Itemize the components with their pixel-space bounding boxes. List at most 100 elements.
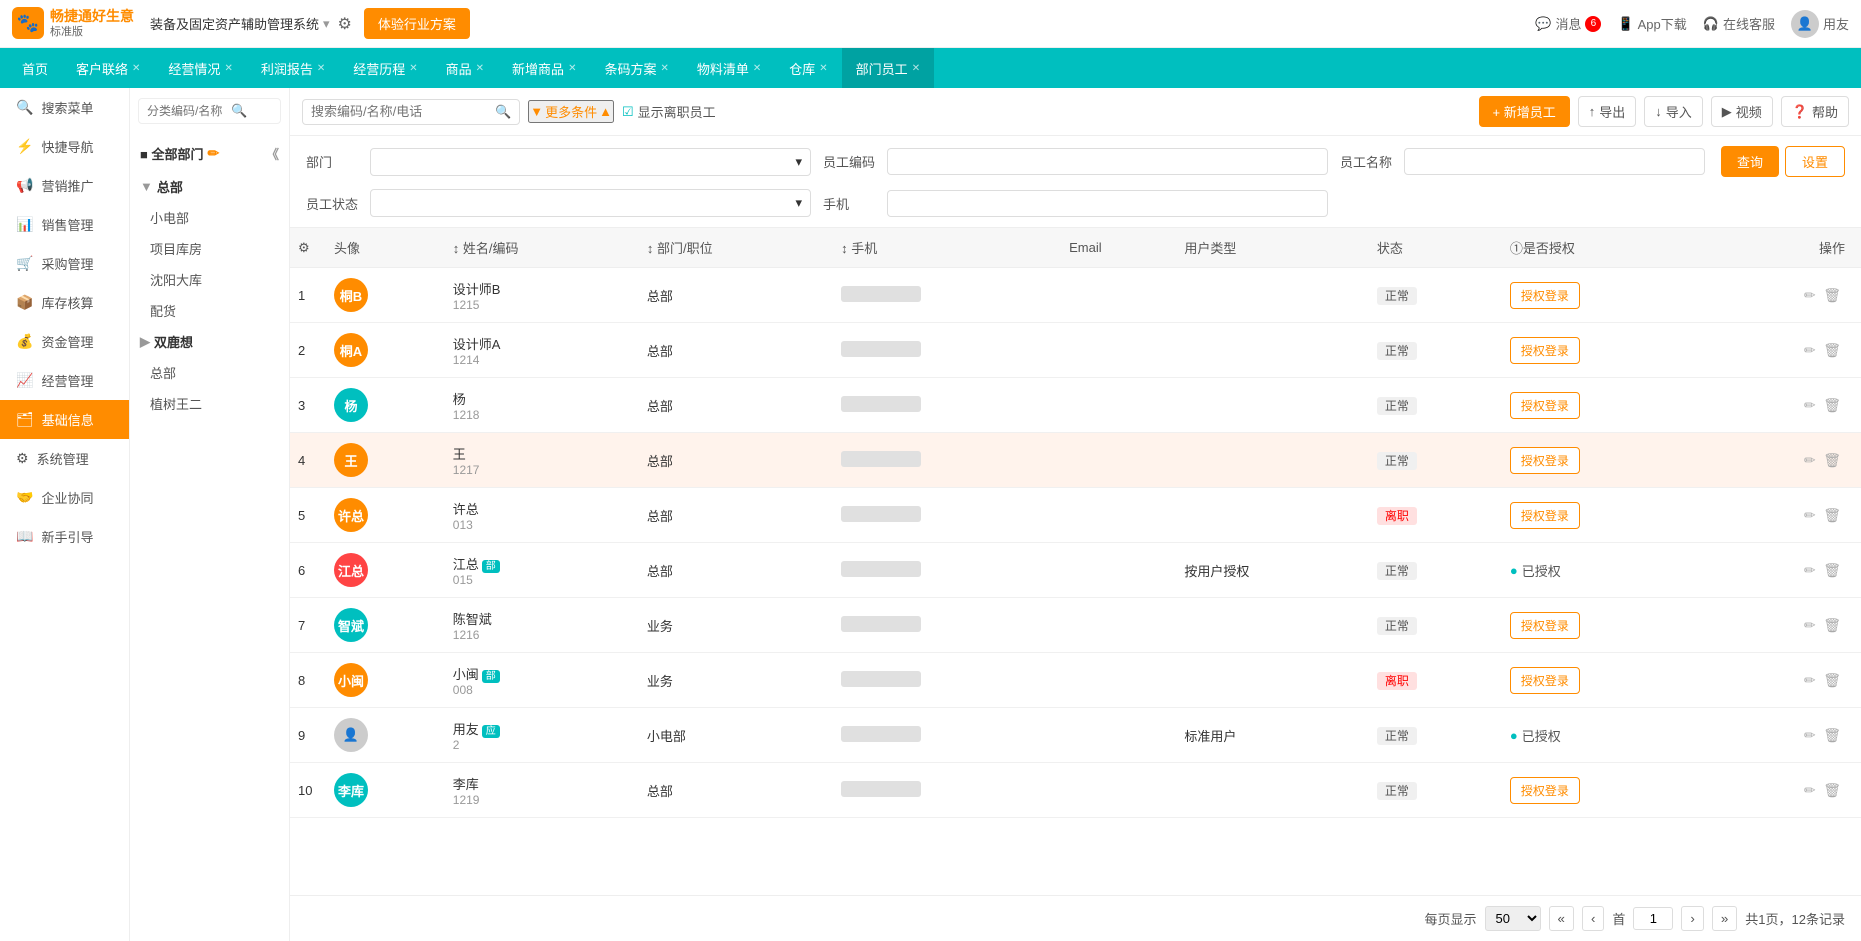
- dept-search-input[interactable]: [147, 104, 227, 118]
- import-btn[interactable]: ↓ 导入: [1644, 96, 1703, 127]
- close-icon[interactable]: ✕: [132, 63, 140, 74]
- edit-btn[interactable]: ✏: [1804, 672, 1816, 688]
- edit-btn[interactable]: ✏: [1804, 782, 1816, 798]
- trial-button[interactable]: 体验行业方案: [364, 8, 470, 39]
- edit-btn[interactable]: ✏: [1804, 452, 1816, 468]
- settings-icon[interactable]: ⚙: [338, 14, 352, 34]
- close-icon[interactable]: ✕: [753, 63, 761, 74]
- edit-btn[interactable]: ✏: [1804, 727, 1816, 743]
- sidebar-item-system[interactable]: ⚙ 系统管理: [0, 439, 129, 478]
- search-btn-icon[interactable]: 🔍: [495, 104, 511, 120]
- show-resigned-toggle[interactable]: ☑ 显示离职员工: [622, 102, 716, 121]
- dept-item-shenyang[interactable]: 沈阳大库: [130, 264, 289, 295]
- dept-item-zongbu[interactable]: 总部: [130, 357, 289, 388]
- delete-btn[interactable]: 🗑: [1823, 562, 1841, 578]
- query-btn[interactable]: 查询: [1721, 146, 1779, 177]
- dept-group-shuanglu[interactable]: ▶ 双鹿想: [130, 326, 289, 357]
- tab-profit[interactable]: 利润报告 ✕: [247, 48, 339, 88]
- dept-item-zhishu[interactable]: 植树王二: [130, 388, 289, 419]
- tab-operation[interactable]: 经营情况 ✕: [154, 48, 246, 88]
- sidebar-item-inventory[interactable]: 📦 库存核算: [0, 283, 129, 322]
- delete-btn[interactable]: 🗑: [1823, 672, 1841, 688]
- sidebar-item-basic[interactable]: 🗂 基础信息: [0, 400, 129, 439]
- sidebar-item-finance[interactable]: 💰 资金管理: [0, 322, 129, 361]
- close-icon[interactable]: ✕: [819, 63, 827, 74]
- th-dept[interactable]: ↕ 部门/职位: [639, 228, 833, 268]
- edit-btn[interactable]: ✏: [1804, 507, 1816, 523]
- tab-barcode[interactable]: 条码方案 ✕: [590, 48, 682, 88]
- close-icon[interactable]: ✕: [568, 63, 576, 74]
- dept-item-project[interactable]: 项目库房: [130, 233, 289, 264]
- auth-btn[interactable]: 授权登录: [1510, 667, 1580, 694]
- help-btn[interactable]: ❓ 帮助: [1781, 96, 1849, 127]
- delete-btn[interactable]: 🗑: [1823, 727, 1841, 743]
- delete-btn[interactable]: 🗑: [1823, 452, 1841, 468]
- edit-btn[interactable]: ✏: [1804, 617, 1816, 633]
- auth-btn[interactable]: 授权登录: [1510, 502, 1580, 529]
- edit-btn[interactable]: ✏: [1804, 287, 1816, 303]
- edit-btn[interactable]: ✏: [1804, 397, 1816, 413]
- sidebar-item-marketing[interactable]: 📢 营销推广: [0, 166, 129, 205]
- th-name[interactable]: ↕ 姓名/编码: [445, 228, 639, 268]
- delete-btn[interactable]: 🗑: [1823, 397, 1841, 413]
- filter-status-select[interactable]: ▾: [370, 189, 811, 217]
- delete-btn[interactable]: 🗑: [1823, 342, 1841, 358]
- dept-item-peihuo[interactable]: 配货: [130, 295, 289, 326]
- next-page-btn[interactable]: ›: [1681, 906, 1703, 931]
- export-btn[interactable]: ↑ 导出: [1578, 96, 1637, 127]
- app-download-btn[interactable]: 📱 App下载: [1617, 14, 1686, 33]
- sidebar-item-guide[interactable]: 📖 新手引导: [0, 517, 129, 556]
- th-phone[interactable]: ↕ 手机: [833, 228, 1061, 268]
- dept-search-icon[interactable]: 🔍: [231, 103, 247, 119]
- prev-page-btn[interactable]: ‹: [1582, 906, 1604, 931]
- delete-btn[interactable]: 🗑: [1823, 507, 1841, 523]
- auth-btn[interactable]: 授权登录: [1510, 282, 1580, 309]
- close-icon[interactable]: ✕: [660, 63, 668, 74]
- view-btn[interactable]: ▶ 视频: [1711, 96, 1773, 127]
- delete-btn[interactable]: 🗑: [1823, 287, 1841, 303]
- filter-dept-select[interactable]: ▾: [370, 148, 811, 176]
- sidebar-item-sales[interactable]: 📊 销售管理: [0, 205, 129, 244]
- auth-btn[interactable]: 授权登录: [1510, 777, 1580, 804]
- page-size-select[interactable]: 50 20 100: [1485, 906, 1541, 931]
- tab-department[interactable]: 部门员工 ✕: [842, 48, 934, 88]
- edit-btn[interactable]: ✏: [1804, 342, 1816, 358]
- tab-customer[interactable]: 客户联络 ✕: [62, 48, 154, 88]
- tab-bom[interactable]: 物料清单 ✕: [683, 48, 775, 88]
- dept-add-icon[interactable]: ✏: [207, 145, 219, 162]
- close-icon[interactable]: ✕: [409, 63, 417, 74]
- delete-btn[interactable]: 🗑: [1823, 782, 1841, 798]
- page-number-input[interactable]: [1633, 907, 1673, 930]
- filter-empname-input[interactable]: [1404, 148, 1705, 175]
- tab-add-goods[interactable]: 新增商品 ✕: [498, 48, 590, 88]
- sidebar-item-collab[interactable]: 🤝 企业协同: [0, 478, 129, 517]
- tab-home[interactable]: 首页: [8, 48, 62, 88]
- close-icon[interactable]: ✕: [224, 63, 232, 74]
- filter-phone-input[interactable]: [887, 190, 1328, 217]
- edit-btn[interactable]: ✏: [1804, 562, 1816, 578]
- sidebar-item-shortcut[interactable]: ⚡ 快捷导航: [0, 127, 129, 166]
- auth-btn[interactable]: 授权登录: [1510, 337, 1580, 364]
- online-service-btn[interactable]: 🎧 在线客服: [1703, 14, 1775, 33]
- reset-btn[interactable]: 设置: [1785, 146, 1845, 177]
- title-dropdown-icon[interactable]: ▾: [323, 16, 330, 32]
- dept-collapse-icon[interactable]: 《: [266, 144, 279, 163]
- sidebar-item-purchase[interactable]: 🛒 采购管理: [0, 244, 129, 283]
- first-page-btn[interactable]: «: [1549, 906, 1574, 931]
- close-icon[interactable]: ✕: [476, 63, 484, 74]
- auth-btn[interactable]: 授权登录: [1510, 447, 1580, 474]
- filter-empcode-input[interactable]: [887, 148, 1328, 175]
- tab-warehouse[interactable]: 仓库 ✕: [775, 48, 841, 88]
- dept-group-zongbu[interactable]: ▼ 总部: [130, 171, 289, 202]
- last-page-btn[interactable]: »: [1712, 906, 1737, 931]
- delete-btn[interactable]: 🗑: [1823, 617, 1841, 633]
- tab-goods[interactable]: 商品 ✕: [432, 48, 498, 88]
- th-settings[interactable]: ⚙: [290, 228, 326, 268]
- auth-btn[interactable]: 授权登录: [1510, 612, 1580, 639]
- sidebar-item-management[interactable]: 📈 经营管理: [0, 361, 129, 400]
- close-icon[interactable]: ✕: [912, 63, 920, 74]
- tab-history[interactable]: 经营历程 ✕: [339, 48, 431, 88]
- auth-btn[interactable]: 授权登录: [1510, 392, 1580, 419]
- sidebar-item-search[interactable]: 🔍 搜索菜单: [0, 88, 129, 127]
- user-profile-btn[interactable]: 👤 用友: [1791, 10, 1849, 38]
